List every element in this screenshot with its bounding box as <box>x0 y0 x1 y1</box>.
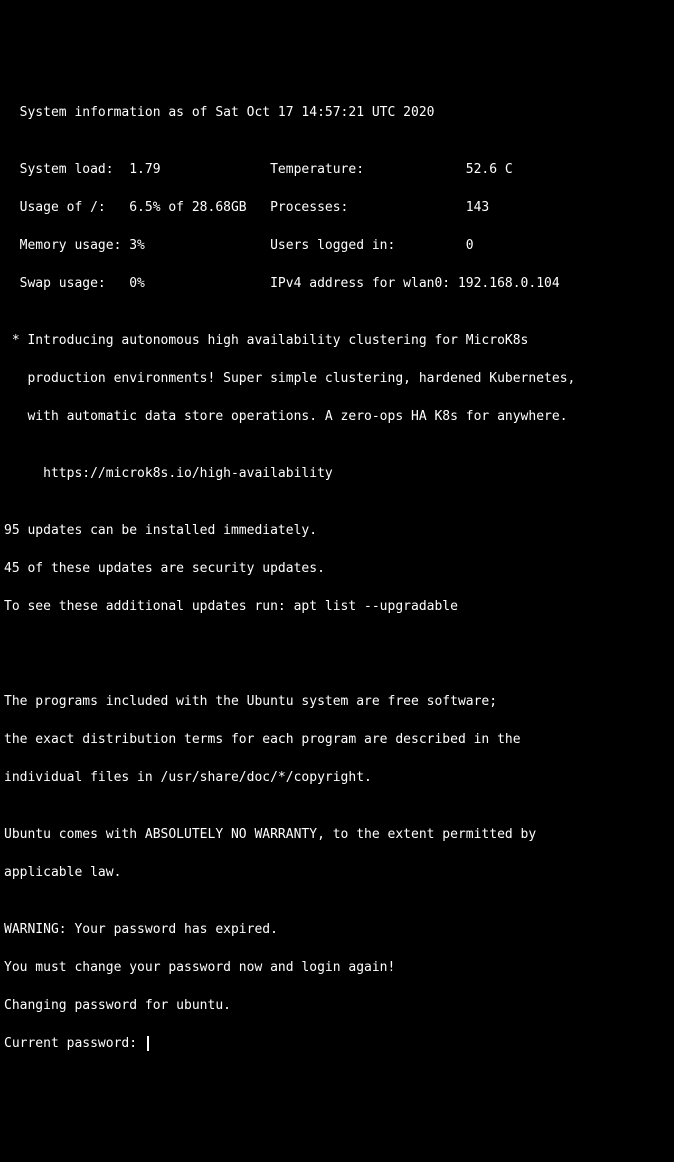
motd-sys-info-header: System information as of Sat Oct 17 14:5… <box>4 103 670 122</box>
motd-microk8s-line-2: production environments! Super simple cl… <box>4 369 670 388</box>
password-change-instruction: You must change your password now and lo… <box>4 958 670 977</box>
motd-memory-users: Memory usage: 3% Users logged in: 0 <box>4 236 670 255</box>
password-expired-warning: WARNING: Your password has expired. <box>4 920 670 939</box>
motd-microk8s-url: https://microk8s.io/high-availability <box>4 464 670 483</box>
motd-system-load-temp: System load: 1.79 Temperature: 52.6 C <box>4 160 670 179</box>
motd-microk8s-line-1: * Introducing autonomous high availabili… <box>4 331 670 350</box>
motd-warranty-line-2: applicable law. <box>4 863 670 882</box>
motd-microk8s-line-3: with automatic data store operations. A … <box>4 407 670 426</box>
motd-security-updates: 45 of these updates are security updates… <box>4 559 670 578</box>
motd-warranty-line-1: Ubuntu comes with ABSOLUTELY NO WARRANTY… <box>4 825 670 844</box>
password-change-user: Changing password for ubuntu. <box>4 996 670 1015</box>
motd-disk-processes: Usage of /: 6.5% of 28.68GB Processes: 1… <box>4 198 670 217</box>
terminal-output[interactable]: System information as of Sat Oct 17 14:5… <box>4 84 670 1072</box>
motd-legal-line-1: The programs included with the Ubuntu sy… <box>4 692 670 711</box>
motd-legal-line-3: individual files in /usr/share/doc/*/cop… <box>4 768 670 787</box>
motd-updates-available: 95 updates can be installed immediately. <box>4 521 670 540</box>
motd-legal-line-2: the exact distribution terms for each pr… <box>4 730 670 749</box>
password-prompt-label: Current password: <box>4 1036 145 1051</box>
motd-swap-ipv4: Swap usage: 0% IPv4 address for wlan0: 1… <box>4 274 670 293</box>
password-prompt-line: Current password: <box>4 1034 670 1053</box>
motd-apt-list-hint: To see these additional updates run: apt… <box>4 597 670 616</box>
text-cursor[interactable] <box>147 1036 149 1051</box>
